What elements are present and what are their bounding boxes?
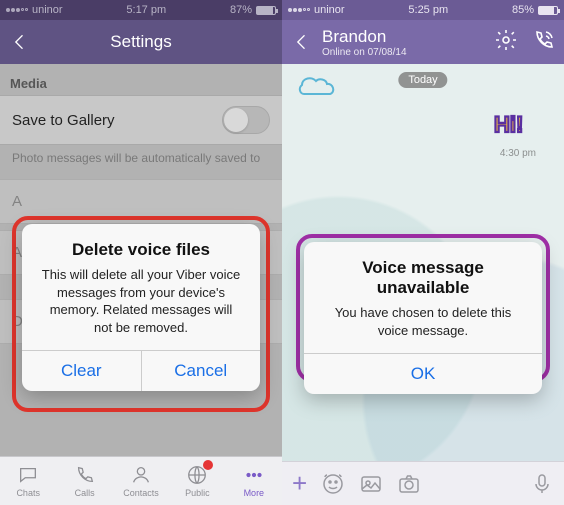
delete-voice-alert: Delete voice files This will delete all … — [22, 224, 260, 391]
ok-button[interactable]: OK — [304, 354, 542, 394]
battery-icon — [256, 6, 276, 15]
tab-more[interactable]: More — [226, 457, 282, 505]
contact-status: Online on 07/08/14 — [322, 47, 407, 58]
alert-body: You have chosen to delete this voice mes… — [304, 302, 542, 353]
voice-record-button[interactable] — [530, 472, 554, 496]
message-time: 4:30 pm — [500, 148, 536, 159]
sticker-button[interactable] — [321, 472, 345, 496]
add-attachment-button[interactable]: + — [292, 468, 307, 499]
camera-button[interactable] — [397, 472, 421, 496]
tab-label: Calls — [75, 488, 95, 498]
status-bar: uninor 5:17 pm 87% — [0, 0, 282, 20]
carrier-label: uninor — [314, 4, 345, 16]
call-button[interactable] — [532, 28, 556, 57]
tab-public[interactable]: Public — [169, 457, 225, 505]
notification-badge — [203, 460, 213, 470]
clock-label: 5:25 pm — [408, 4, 448, 16]
cancel-button[interactable]: Cancel — [141, 351, 261, 391]
nav-bar: Settings — [0, 20, 282, 64]
tab-label: Chats — [16, 488, 40, 498]
nav-bar: Brandon Online on 07/08/14 — [282, 20, 564, 64]
gallery-button[interactable] — [359, 472, 383, 496]
contact-name: Brandon — [322, 27, 407, 47]
clock-label: 5:17 pm — [126, 4, 166, 16]
tab-bar: Chats Calls Contacts Public More — [0, 456, 282, 505]
battery-pct-label: 85% — [512, 4, 534, 16]
settings-body: Media Save to Gallery Photo messages wil… — [0, 64, 282, 456]
signal-dots-icon — [6, 8, 28, 12]
compose-bar: + — [282, 461, 564, 505]
chat-screen: uninor 5:25 pm 85% Brandon Online on 07/… — [282, 0, 564, 505]
carrier-label: uninor — [32, 4, 63, 16]
svg-text:Hi!: Hi! — [494, 112, 523, 137]
alert-body: This will delete all your Viber voice me… — [22, 264, 260, 350]
date-pill: Today — [398, 72, 447, 88]
voice-unavailable-alert: Voice message unavailable You have chose… — [304, 242, 542, 394]
tab-chats[interactable]: Chats — [0, 457, 56, 505]
clear-button[interactable]: Clear — [22, 351, 141, 391]
battery-pct-label: 87% — [230, 4, 252, 16]
alert-title: Delete voice files — [22, 224, 260, 264]
doodle-cloud-icon — [296, 70, 354, 109]
chat-body[interactable]: Today Hi! 4:30 pm Voice message unavaila… — [282, 64, 564, 461]
tab-contacts[interactable]: Contacts — [113, 457, 169, 505]
hi-sticker: Hi! — [492, 108, 538, 142]
alert-title: Voice message unavailable — [304, 242, 542, 302]
tab-label: More — [244, 488, 265, 498]
page-title: Settings — [0, 32, 282, 52]
battery-icon — [538, 6, 558, 15]
back-button[interactable] — [290, 30, 314, 54]
signal-dots-icon — [288, 8, 310, 12]
tab-calls[interactable]: Calls — [56, 457, 112, 505]
tab-label: Public — [185, 488, 210, 498]
tab-label: Contacts — [123, 488, 159, 498]
settings-gear-button[interactable] — [494, 28, 518, 57]
settings-screen: uninor 5:17 pm 87% Settings Media Save t… — [0, 0, 282, 505]
status-bar: uninor 5:25 pm 85% — [282, 0, 564, 20]
